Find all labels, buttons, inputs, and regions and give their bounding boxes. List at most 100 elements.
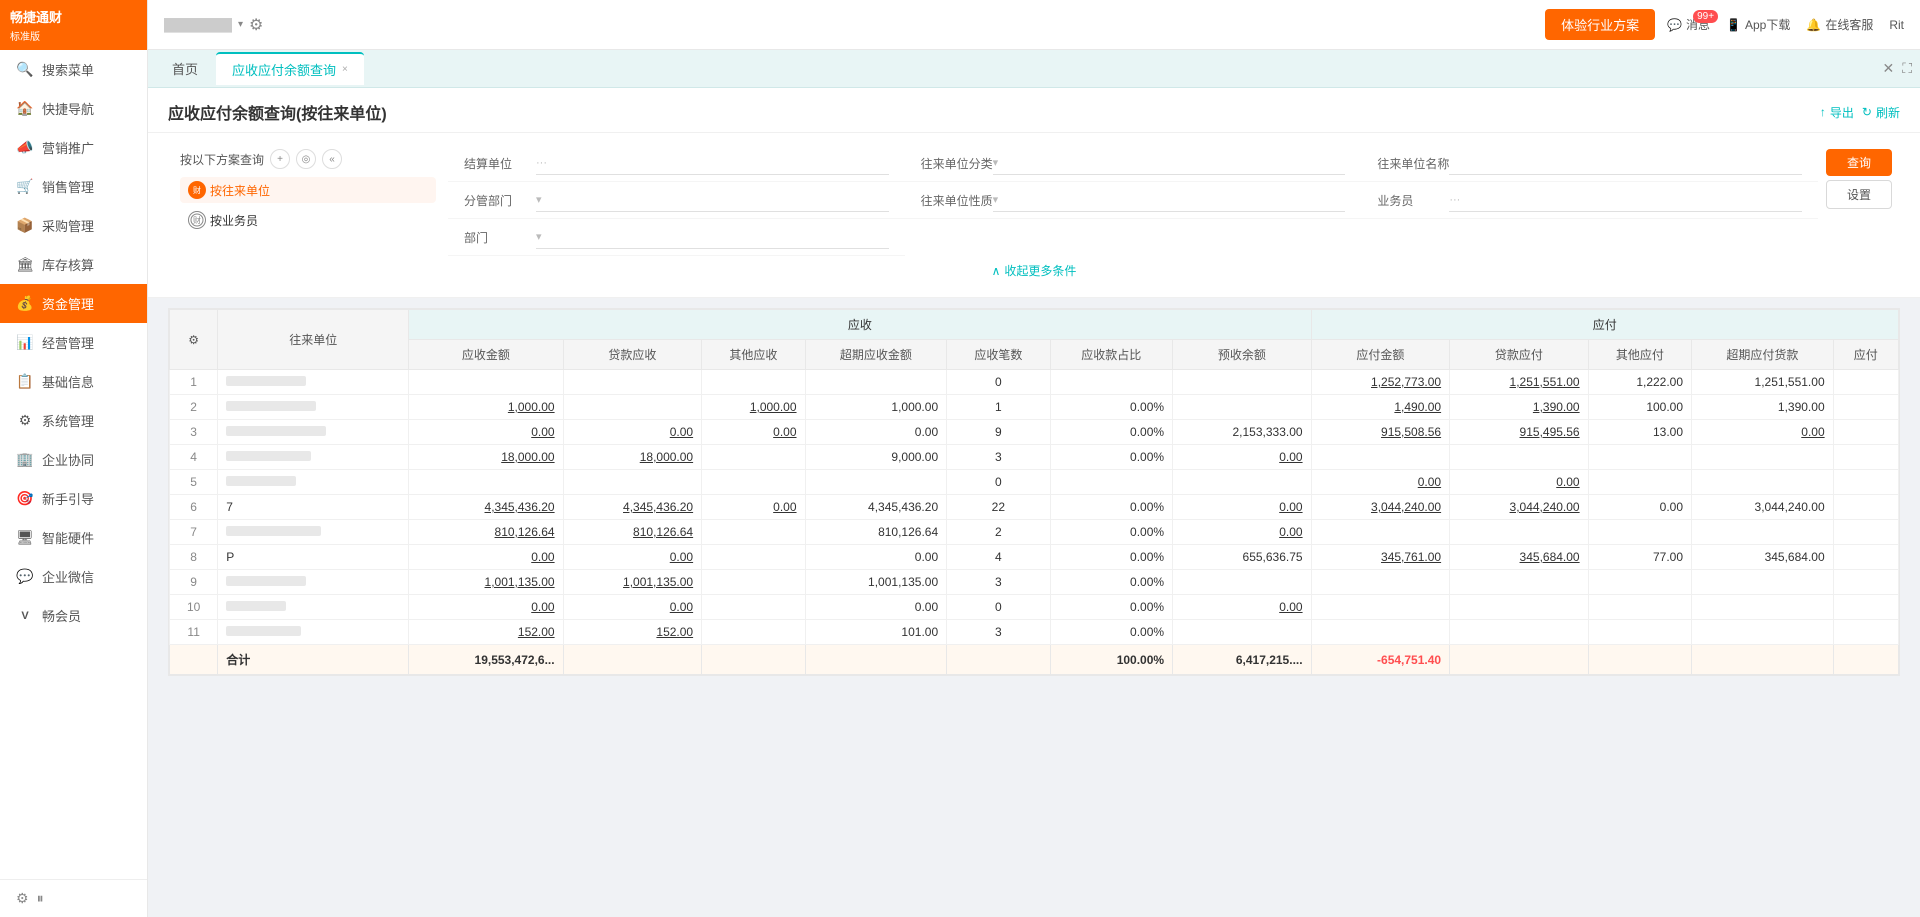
row-ar-loan[interactable]: 810,126.64: [563, 520, 702, 545]
row-ar-amount[interactable]: 0.00: [409, 420, 563, 445]
partner-type-value[interactable]: ▾: [993, 151, 1346, 175]
sidebar-item-finance[interactable]: 💰 资金管理: [0, 284, 147, 323]
row-ar-prepaid[interactable]: 0.00: [1173, 445, 1312, 470]
row-ar-loan[interactable]: 4,345,436.20: [563, 495, 702, 520]
app-download-item[interactable]: 📱 App下载: [1726, 16, 1790, 33]
filter-collapse[interactable]: ∧ 收起更多条件: [168, 256, 1900, 285]
row-ar-loan[interactable]: 0.00: [563, 545, 702, 570]
sidebar-item-smart[interactable]: 🖥 智能硬件: [0, 518, 147, 557]
row-ar-other[interactable]: 1,000.00: [702, 395, 805, 420]
row-ap-amount[interactable]: 3,044,240.00: [1311, 495, 1450, 520]
row-ar-prepaid[interactable]: 0.00: [1173, 495, 1312, 520]
basic-info-icon: 📋: [16, 373, 34, 390]
row-ar-loan[interactable]: 152.00: [563, 620, 702, 645]
sidebar-item-operations[interactable]: 📊 经营管理: [0, 323, 147, 362]
row-ar-count: 1: [947, 395, 1050, 420]
row-ap-loan[interactable]: 0.00: [1450, 470, 1589, 495]
row-ar-other[interactable]: 0.00: [702, 495, 805, 520]
tab-close-icon[interactable]: ×: [342, 64, 348, 75]
row-ap-amount[interactable]: 345,761.00: [1311, 545, 1450, 570]
collapse-sidebar-icon[interactable]: ⏸: [37, 890, 44, 907]
solution-button[interactable]: 体验行业方案: [1545, 9, 1655, 40]
online-support-item[interactable]: 🔔 在线客服: [1806, 16, 1873, 33]
topbar-gear-icon[interactable]: ⚙: [249, 15, 263, 35]
row-ar-loan[interactable]: 18,000.00: [563, 445, 702, 470]
row-ap-other: [1588, 620, 1691, 645]
export-button[interactable]: ↑ 导出: [1820, 104, 1854, 121]
query-button[interactable]: 查询: [1826, 149, 1892, 176]
col-ap-col5: 应付: [1833, 340, 1898, 370]
row-ap-loan[interactable]: 3,044,240.00: [1450, 495, 1589, 520]
settlement-value[interactable]: ···: [536, 151, 889, 175]
sidebar-item-quick-nav[interactable]: 🏠 快捷导航: [0, 89, 147, 128]
row-ar-other[interactable]: 0.00: [702, 420, 805, 445]
row-ar-count: 3: [947, 570, 1050, 595]
tab-ar-ap-query[interactable]: 应收应付余额查询 ×: [216, 52, 364, 85]
row-ar-loan[interactable]: 0.00: [563, 420, 702, 445]
row-ar-amount[interactable]: 152.00: [409, 620, 563, 645]
row-ar-amount[interactable]: 810,126.64: [409, 520, 563, 545]
sidebar-item-member[interactable]: V 畅会员: [0, 596, 147, 635]
dept-value[interactable]: ▾: [536, 188, 889, 212]
row-ap-amount[interactable]: 1,252,773.00: [1311, 370, 1450, 395]
sidebar-item-system[interactable]: ⚙ 系统管理: [0, 401, 147, 440]
target-scheme-icon[interactable]: ◎: [296, 149, 316, 169]
dropdown-arrow-icon[interactable]: ▾: [238, 19, 243, 30]
partner-type-arrow: ▾: [993, 156, 999, 169]
partner-name-value[interactable]: [1449, 151, 1802, 175]
row-ap-loan[interactable]: 345,684.00: [1450, 545, 1589, 570]
messages-icon-item[interactable]: 💬 消息 99+: [1667, 16, 1710, 33]
row-ar-amount[interactable]: 4,345,436.20: [409, 495, 563, 520]
arrow-scheme-icon[interactable]: «: [322, 149, 342, 169]
sidebar-item-basic-info[interactable]: 📋 基础信息: [0, 362, 147, 401]
sidebar-item-guide[interactable]: 🎯 新手引导: [0, 479, 147, 518]
department-label: 部门: [464, 229, 536, 246]
row-ap-loan[interactable]: 1,251,551.00: [1450, 370, 1589, 395]
search-icon: 🔍: [16, 61, 34, 78]
partner-nature-value[interactable]: ▾: [993, 188, 1346, 212]
settings-button[interactable]: 设置: [1826, 180, 1892, 209]
refresh-button[interactable]: ↻ 刷新: [1862, 104, 1900, 121]
row-ar-prepaid[interactable]: 0.00: [1173, 520, 1312, 545]
tab-home[interactable]: 首页: [156, 53, 214, 84]
row-ap-col5: [1833, 520, 1898, 545]
row-ar-amount[interactable]: 0.00: [409, 595, 563, 620]
row-ar-amount[interactable]: 1,001,135.00: [409, 570, 563, 595]
row-ar-prepaid[interactable]: 0.00: [1173, 595, 1312, 620]
row-ap-overdue: 1,251,551.00: [1692, 370, 1834, 395]
row-ap-amount[interactable]: 1,490.00: [1311, 395, 1450, 420]
sidebar-item-purchase[interactable]: 📦 采购管理: [0, 206, 147, 245]
filter-cell-dept: 分管部门 ▾: [448, 182, 905, 219]
row-ap-loan[interactable]: 915,495.56: [1450, 420, 1589, 445]
row-ap-loan[interactable]: 1,390.00: [1450, 395, 1589, 420]
col-settings[interactable]: ⚙: [170, 310, 218, 370]
row-ar-loan[interactable]: 1,001,135.00: [563, 570, 702, 595]
salesman-value[interactable]: ···: [1449, 188, 1802, 212]
user-info[interactable]: Rit: [1889, 18, 1904, 32]
row-ar-amount[interactable]: 18,000.00: [409, 445, 563, 470]
row-ap-amount[interactable]: 0.00: [1311, 470, 1450, 495]
department-value[interactable]: ▾: [536, 225, 889, 249]
filter-option-partner[interactable]: 财 按往来单位: [180, 177, 436, 203]
settings-bottom-icon[interactable]: ⚙: [16, 890, 29, 907]
filter-option-salesman[interactable]: 财 按业务员: [180, 207, 436, 233]
sidebar-item-search[interactable]: 🔍 搜索菜单: [0, 50, 147, 89]
sidebar-item-sales[interactable]: 🛒 销售管理: [0, 167, 147, 206]
enterprise-icon: 🏢: [16, 451, 34, 468]
row-ap-other: 1,222.00: [1588, 370, 1691, 395]
row-ap-amount[interactable]: 915,508.56: [1311, 420, 1450, 445]
window-close-icon[interactable]: ✕: [1882, 60, 1894, 77]
sidebar-item-wechat[interactable]: 💬 企业微信: [0, 557, 147, 596]
row-ap-overdue[interactable]: 0.00: [1692, 420, 1834, 445]
row-ar-loan[interactable]: 0.00: [563, 595, 702, 620]
add-scheme-icon[interactable]: +: [270, 149, 290, 169]
row-ar-amount[interactable]: 0.00: [409, 545, 563, 570]
row-ap-col5: [1833, 370, 1898, 395]
sidebar-item-label: 库存核算: [42, 255, 94, 274]
partner-name-input[interactable]: [1449, 156, 1802, 170]
sidebar-item-enterprise[interactable]: 🏢 企业协同: [0, 440, 147, 479]
sidebar-item-marketing[interactable]: 📣 营销推广: [0, 128, 147, 167]
window-maximize-icon[interactable]: ⛶: [1902, 60, 1912, 77]
row-ar-amount[interactable]: 1,000.00: [409, 395, 563, 420]
sidebar-item-inventory[interactable]: 🏛 库存核算: [0, 245, 147, 284]
